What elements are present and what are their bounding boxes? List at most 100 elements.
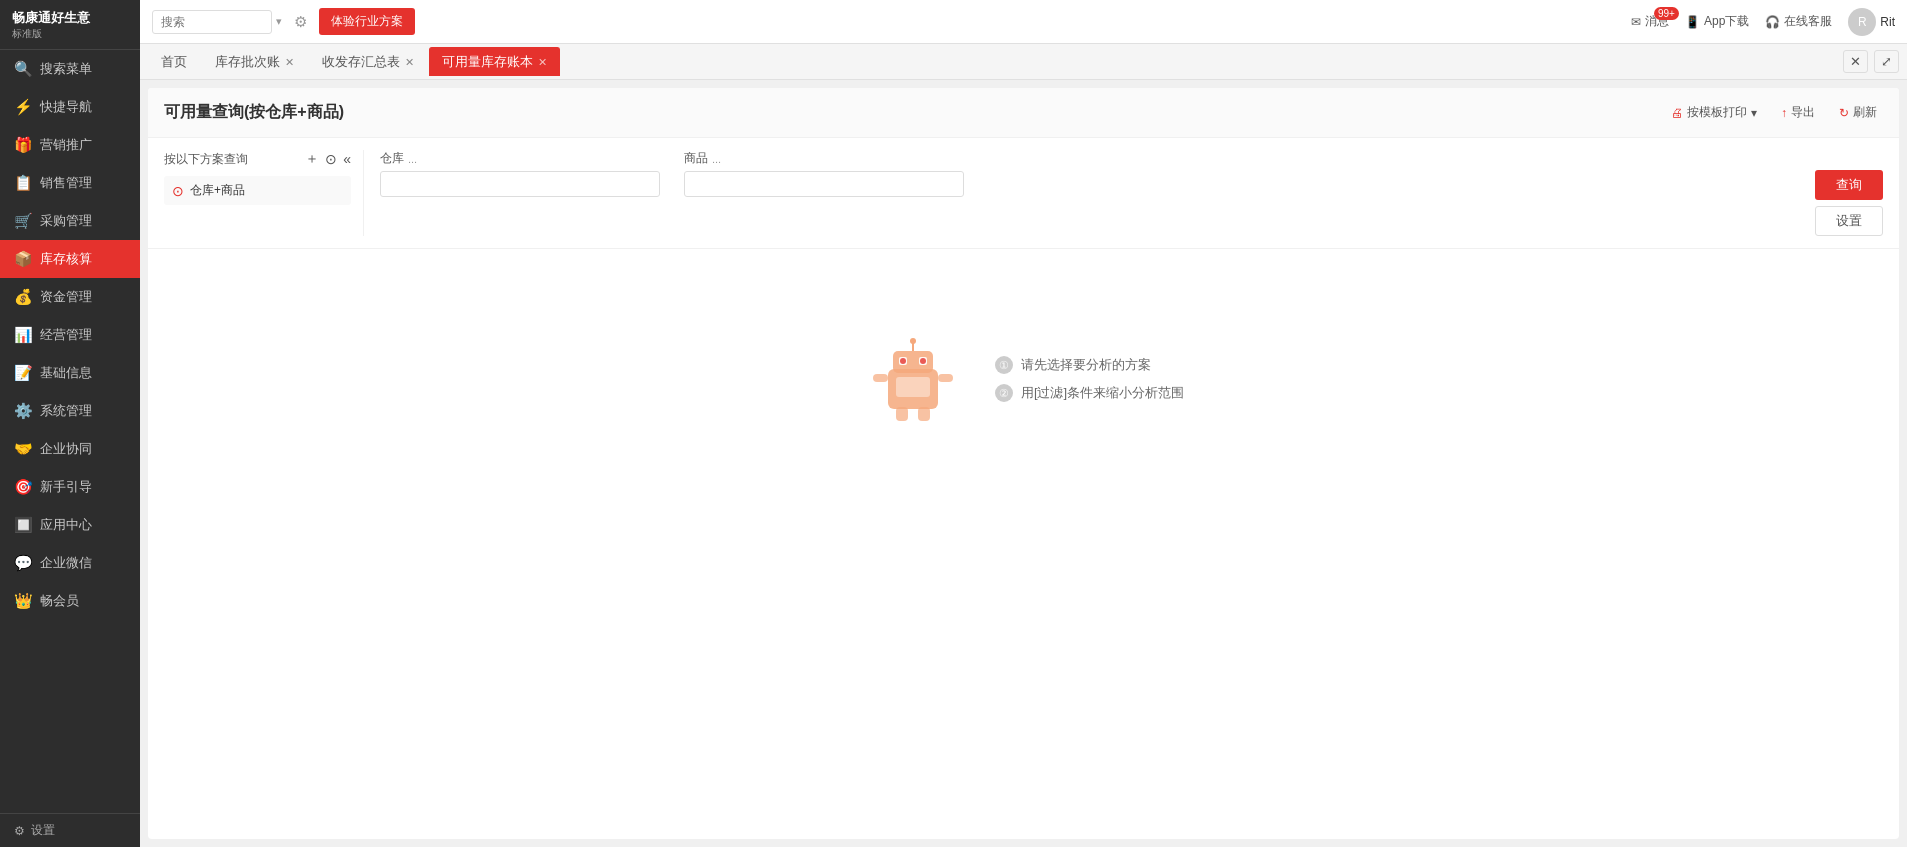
tab-available-label: 可用量库存账本	[442, 53, 533, 71]
sidebar-item-member[interactable]: 👑 畅会员	[0, 582, 140, 620]
topbar-dropdown-icon[interactable]: ▾	[276, 15, 282, 28]
refresh-icon: ↻	[1839, 106, 1849, 120]
sidebar-item-appcenter[interactable]: 🔲 应用中心	[0, 506, 140, 544]
topbar-right: ✉ 消息 99+ 📱 App下载 🎧 在线客服 R Rit	[1631, 8, 1895, 36]
refresh-label: 刷新	[1853, 104, 1877, 121]
filter-scheme-item[interactable]: ⊙ 仓库+商品	[164, 176, 351, 205]
topbar-search-area: ▾	[152, 10, 282, 34]
filter-settings-btn[interactable]: 设置	[1815, 206, 1883, 236]
filter-form: 仓库 ... 商品 ... 查询 设置	[364, 150, 1883, 236]
export-btn[interactable]: ↑ 导出	[1775, 100, 1821, 125]
empty-tip-2: ② 用[过滤]条件来缩小分析范围	[995, 384, 1184, 402]
filter-add-icon[interactable]: ＋	[305, 150, 319, 168]
sidebar-item-purchase[interactable]: 🛒 采购管理	[0, 202, 140, 240]
sidebar-item-search[interactable]: 🔍 搜索菜单	[0, 50, 140, 88]
sidebar-label-finance: 资金管理	[40, 288, 92, 306]
filter-settings-icon[interactable]: ⊙	[325, 151, 337, 167]
warehouse-input[interactable]	[380, 171, 660, 197]
goods-field: 商品 ...	[684, 150, 964, 197]
page-title: 可用量查询(按仓库+商品)	[164, 102, 344, 123]
headset-icon: 🎧	[1765, 15, 1780, 29]
tab-expand-btn[interactable]: ⤢	[1874, 50, 1899, 73]
query-btn[interactable]: 查询	[1815, 170, 1883, 200]
tab-available-close[interactable]: ✕	[538, 56, 547, 69]
sidebar-item-inventory[interactable]: 📦 库存核算	[0, 240, 140, 278]
sidebar-label-appcenter: 应用中心	[40, 516, 92, 534]
empty-state: ① 请先选择要分析的方案 ② 用[过滤]条件来缩小分析范围	[148, 249, 1899, 509]
topbar-search-input[interactable]	[152, 10, 272, 34]
warehouse-field: 仓库 ...	[380, 150, 660, 197]
sales-icon: 📋	[14, 174, 32, 192]
tab-available[interactable]: 可用量库存账本 ✕	[429, 47, 560, 76]
app-download-btn[interactable]: 📱 App下载	[1685, 13, 1749, 30]
filter-collapse-icon[interactable]: «	[343, 151, 351, 167]
tab-summary-label: 收发存汇总表	[322, 53, 400, 71]
sidebar-item-quicknav[interactable]: ⚡ 快捷导航	[0, 88, 140, 126]
sidebar-menu: 🔍 搜索菜单 ⚡ 快捷导航 🎁 营销推广 📋 销售管理 🛒 采购管理 📦 库存核…	[0, 50, 140, 813]
tab-summary-close[interactable]: ✕	[405, 56, 414, 69]
empty-tip-1: ① 请先选择要分析的方案	[995, 356, 1184, 374]
tab-summary[interactable]: 收发存汇总表 ✕	[309, 47, 427, 76]
page-header: 可用量查询(按仓库+商品) 🖨 按模板打印 ▾ ↑ 导出 ↻ 刷新	[148, 88, 1899, 138]
sidebar-bottom: ⚙ 设置	[0, 813, 140, 847]
sidebar-item-operations[interactable]: 📊 经营管理	[0, 316, 140, 354]
sidebar-item-marketing[interactable]: 🎁 营销推广	[0, 126, 140, 164]
goods-more-icon[interactable]: ...	[712, 153, 721, 165]
avatar: R	[1848, 8, 1876, 36]
cooperation-icon: 🤝	[14, 440, 32, 458]
sidebar-item-cooperation[interactable]: 🤝 企业协同	[0, 430, 140, 468]
phone-icon: 📱	[1685, 15, 1700, 29]
appcenter-icon: 🔲	[14, 516, 32, 534]
wechat-icon: 💬	[14, 554, 32, 572]
svg-rect-10	[896, 407, 908, 421]
sidebar-label-purchase: 采购管理	[40, 212, 92, 230]
scheme-icon: ⊙	[172, 183, 184, 199]
tab-home[interactable]: 首页	[148, 47, 200, 76]
sidebar-item-wechat[interactable]: 💬 企业微信	[0, 544, 140, 582]
filter-sidebar-title-text: 按以下方案查询	[164, 151, 248, 168]
page-content: 可用量查询(按仓库+商品) 🖨 按模板打印 ▾ ↑ 导出 ↻ 刷新	[148, 88, 1899, 839]
svg-point-7	[910, 338, 916, 344]
sidebar-item-finance[interactable]: 💰 资金管理	[0, 278, 140, 316]
refresh-btn[interactable]: ↻ 刷新	[1833, 100, 1883, 125]
sidebar-label-member: 畅会员	[40, 592, 79, 610]
sidebar-item-sales[interactable]: 📋 销售管理	[0, 164, 140, 202]
filter-sidebar-title: 按以下方案查询 ＋ ⊙ «	[164, 150, 351, 168]
print-btn[interactable]: 🖨 按模板打印 ▾	[1665, 100, 1763, 125]
topbar-gear-icon[interactable]: ⚙	[290, 13, 311, 31]
sidebar-item-system[interactable]: ⚙️ 系统管理	[0, 392, 140, 430]
basicinfo-icon: 📝	[14, 364, 32, 382]
tab-close-btn[interactable]: ✕	[1843, 50, 1868, 73]
goods-input[interactable]	[684, 171, 964, 197]
online-service-btn[interactable]: 🎧 在线客服	[1765, 13, 1832, 30]
sidebar-label-inventory: 库存核算	[40, 250, 92, 268]
tab-batch[interactable]: 库存批次账 ✕	[202, 47, 307, 76]
filter-actions: 查询 设置	[1815, 150, 1883, 236]
search-icon: 🔍	[14, 60, 32, 78]
sidebar-label-sales: 销售管理	[40, 174, 92, 192]
warehouse-label: 仓库 ...	[380, 150, 660, 167]
tip-text-2: 用[过滤]条件来缩小分析范围	[1021, 384, 1184, 402]
newguide-icon: 🎯	[14, 478, 32, 496]
user-menu[interactable]: R Rit	[1848, 8, 1895, 36]
sidebar-label-search: 搜索菜单	[40, 60, 92, 78]
edition-label: 标准版	[12, 27, 128, 41]
tab-home-label: 首页	[161, 53, 187, 71]
topbar: ▾ ⚙ 体验行业方案 ✉ 消息 99+ 📱 App下载 🎧 在线客服 R Rit	[140, 0, 1907, 44]
goods-label: 商品 ...	[684, 150, 964, 167]
tab-batch-close[interactable]: ✕	[285, 56, 294, 69]
svg-rect-8	[873, 374, 888, 382]
filter-sidebar-actions: ＋ ⊙ «	[305, 150, 351, 168]
finance-icon: 💰	[14, 288, 32, 306]
marketing-icon: 🎁	[14, 136, 32, 154]
warehouse-more-icon[interactable]: ...	[408, 153, 417, 165]
sidebar-item-basicinfo[interactable]: 📝 基础信息	[0, 354, 140, 392]
sidebar-item-newguide[interactable]: 🎯 新手引导	[0, 468, 140, 506]
notification-btn[interactable]: ✉ 消息 99+	[1631, 13, 1669, 30]
purchase-icon: 🛒	[14, 212, 32, 230]
sidebar-logo: 畅康通好生意 标准版	[0, 0, 140, 50]
page-header-actions: 🖨 按模板打印 ▾ ↑ 导出 ↻ 刷新	[1665, 100, 1883, 125]
member-icon: 👑	[14, 592, 32, 610]
industry-btn[interactable]: 体验行业方案	[319, 8, 415, 35]
tip-num-2: ②	[995, 384, 1013, 402]
